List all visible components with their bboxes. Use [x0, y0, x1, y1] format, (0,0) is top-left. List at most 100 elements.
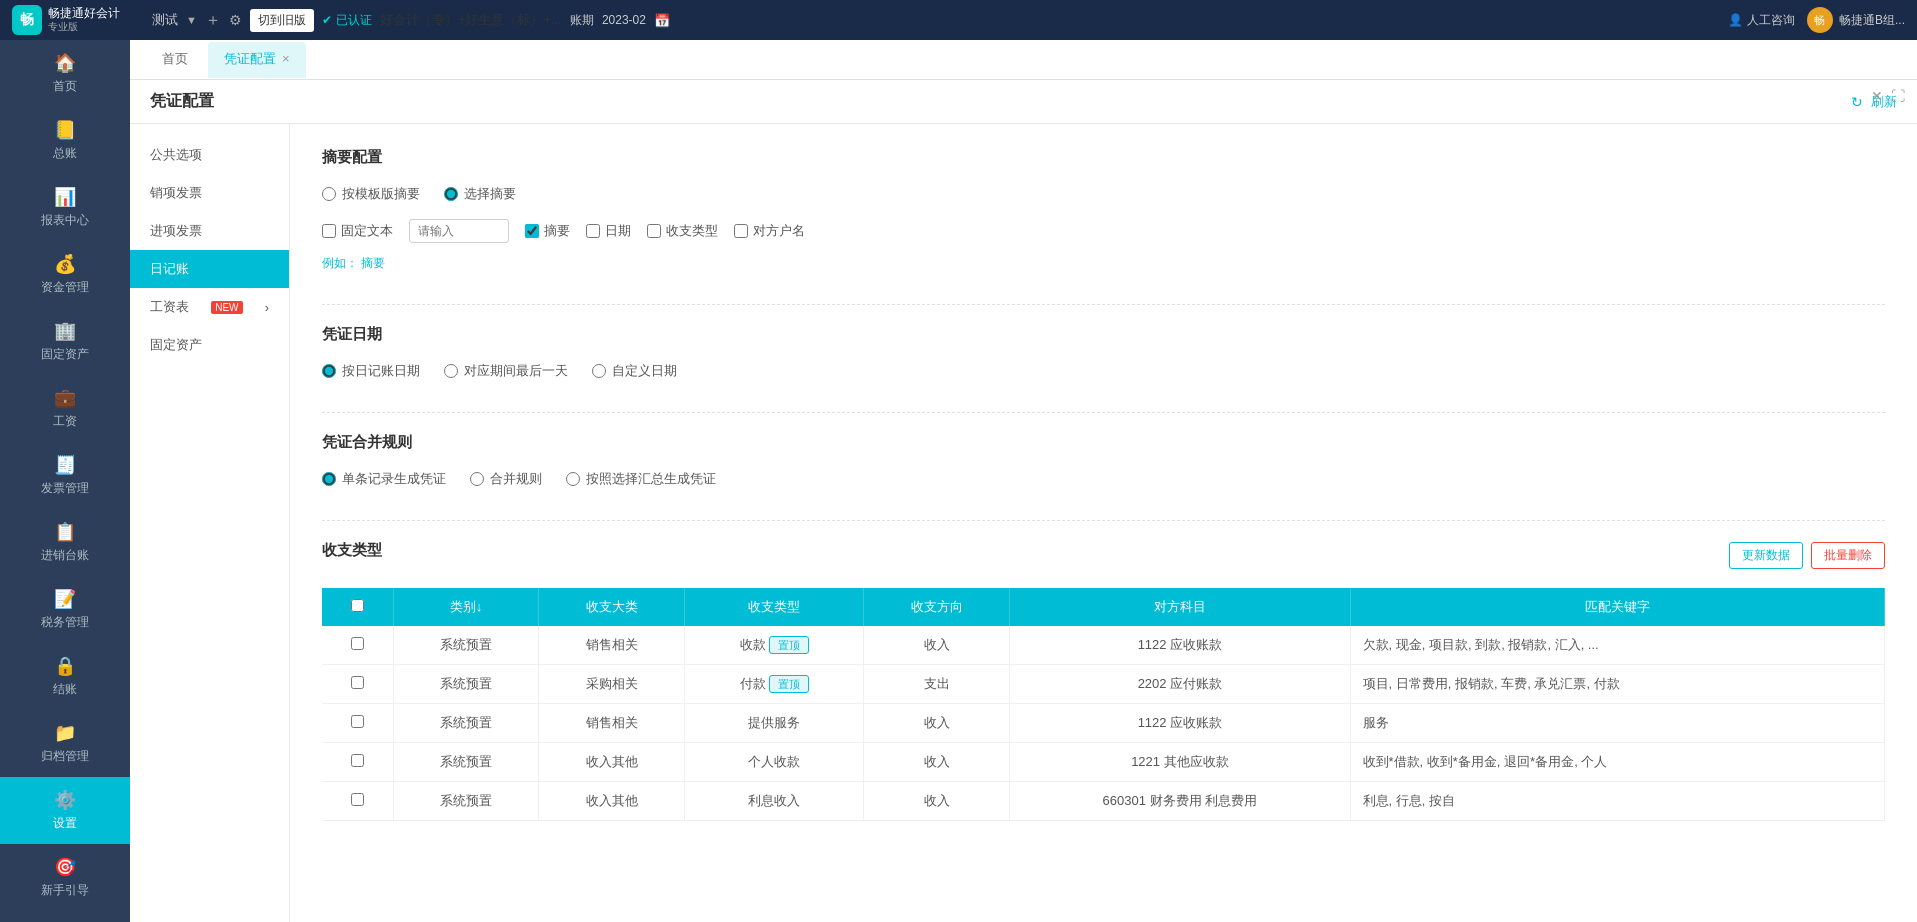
select-total-radio[interactable]	[566, 472, 580, 486]
type-checkbox[interactable]	[647, 224, 661, 238]
col-header-4: 收支方向	[864, 588, 1010, 626]
cell-major-1: 采购相关	[539, 665, 685, 704]
row-checkbox-0[interactable]	[351, 637, 364, 650]
user-area[interactable]: 畅 畅捷通B组...	[1807, 7, 1905, 33]
checkbox-date[interactable]: 日期	[586, 222, 631, 240]
sidebar-icon-assets: 🏢	[54, 320, 76, 342]
sidebar-item-settings[interactable]: ⚙️设置	[0, 777, 130, 844]
check-icon: ✔	[322, 13, 332, 27]
tab-home-tab[interactable]: 首页	[146, 42, 204, 78]
single-radio[interactable]	[322, 472, 336, 486]
left-nav-purchase-invoice[interactable]: 进项发票	[130, 212, 289, 250]
custom-date-radio[interactable]	[592, 364, 606, 378]
sidebar-item-ledger[interactable]: 📒总账	[0, 107, 130, 174]
date-checkbox[interactable]	[586, 224, 600, 238]
merge-rule-radio[interactable]	[470, 472, 484, 486]
fixed-text-checkbox[interactable]	[322, 224, 336, 238]
tab-close-voucher-config-tab[interactable]: ×	[282, 51, 290, 66]
left-nav-fixed-assets[interactable]: 固定资产	[130, 326, 289, 364]
sidebar-label-reports: 报表中心	[41, 212, 89, 229]
sidebar-item-purchase[interactable]: 📋进销台账	[0, 509, 130, 576]
cashflow-table: 类别↓收支大类收支类型收支方向对方科目匹配关键字系统预置销售相关收款 置顶收入1…	[322, 588, 1885, 821]
cell-subject-0: 1122 应收账款	[1010, 626, 1350, 665]
row-checkbox-2[interactable]	[351, 715, 364, 728]
cell-direction-2: 收入	[864, 704, 1010, 743]
logo-icon: 畅	[12, 5, 42, 35]
radio-journal-date[interactable]: 按日记账日期	[322, 362, 420, 380]
sidebar-item-tax[interactable]: 📝税务管理	[0, 576, 130, 643]
expand-window-icon[interactable]: ⛶	[1891, 88, 1905, 104]
header-center: 测试 ▼ ＋ ⚙ 切到旧版 ✔ 已认证 好会计（专）+好生意（标）+... 账期…	[152, 9, 1718, 32]
checkbox-type[interactable]: 收支类型	[647, 222, 718, 240]
batch-delete-button[interactable]: 批量删除	[1811, 542, 1885, 569]
row-checkbox-1[interactable]	[351, 676, 364, 689]
journal-date-radio[interactable]	[322, 364, 336, 378]
logo-sub: 专业版	[48, 20, 120, 34]
checkbox-summary[interactable]: 摘要	[525, 222, 570, 240]
left-nav-sales-invoice[interactable]: 销项发票	[130, 174, 289, 212]
cashflow-section: 收支类型 更新数据 批量删除 类别↓收支大类收支类型收支方向对方科目匹配关键字系…	[322, 541, 1885, 821]
sidebar-item-invoice-mgmt[interactable]: 🧾发票管理	[0, 442, 130, 509]
sidebar-item-reports[interactable]: 📊报表中心	[0, 174, 130, 241]
tab-bar: 首页凭证配置×	[130, 40, 1917, 80]
radio-select[interactable]: 选择摘要	[444, 185, 516, 203]
left-nav-public[interactable]: 公共选项	[130, 136, 289, 174]
sidebar-item-assets[interactable]: 🏢固定资产	[0, 308, 130, 375]
sidebar-item-close[interactable]: 🔒结账	[0, 643, 130, 710]
left-nav-label-journal: 日记账	[150, 260, 189, 278]
calendar-icon[interactable]: 📅	[654, 13, 670, 28]
sidebar-item-capital[interactable]: 💰资金管理	[0, 241, 130, 308]
checkbox-fixed-text[interactable]: 固定文本	[322, 222, 393, 240]
tab-voucher-config-tab[interactable]: 凭证配置×	[208, 42, 306, 78]
update-data-button[interactable]: 更新数据	[1729, 542, 1803, 569]
left-nav-label-payroll-table: 工资表	[150, 298, 189, 316]
counterpart-checkbox[interactable]	[734, 224, 748, 238]
period-value: 2023-02	[602, 13, 646, 27]
service-button[interactable]: 👤 人工咨询	[1728, 12, 1795, 29]
switch-version-button[interactable]: 切到旧版	[250, 9, 314, 32]
col-header-5: 对方科目	[1010, 588, 1350, 626]
window-controls: ✕ ⛶	[1859, 80, 1917, 112]
sidebar-label-purchase: 进销台账	[41, 547, 89, 564]
radio-single[interactable]: 单条记录生成凭证	[322, 470, 446, 488]
fixed-text-input[interactable]	[409, 219, 509, 243]
sidebar-item-home[interactable]: 🏠首页	[0, 40, 130, 107]
divider-1	[322, 304, 1885, 305]
sidebar-item-salary[interactable]: 💼工资	[0, 375, 130, 442]
chevron-down-icon[interactable]: ▼	[186, 14, 197, 26]
select-all-checkbox[interactable]	[351, 599, 364, 612]
date-radio-group: 按日记账日期 对应期间最后一天 自定义日期	[322, 362, 1885, 380]
left-nav-label-fixed-assets: 固定资产	[150, 336, 202, 354]
table-actions: 更新数据 批量删除	[1729, 542, 1885, 569]
radio-period-last[interactable]: 对应期间最后一天	[444, 362, 568, 380]
left-nav: 公共选项销项发票进项发票日记账工资表NEW› 固定资产	[130, 124, 290, 922]
sidebar-item-archive[interactable]: 📁归档管理	[0, 710, 130, 777]
radio-select-input[interactable]	[444, 187, 458, 201]
table-row: 系统预置收入其他个人收款收入1221 其他应收款收到*借款, 收到*备用金, 退…	[322, 743, 1885, 782]
header-tab-name[interactable]: 测试	[152, 11, 178, 29]
divider-3	[322, 520, 1885, 521]
settings-icon[interactable]: ⚙	[229, 12, 242, 28]
page-title: 凭证配置	[150, 91, 214, 112]
period-last-radio[interactable]	[444, 364, 458, 378]
radio-merge-rule[interactable]: 合并规则	[470, 470, 542, 488]
tag-1[interactable]: 置顶	[769, 675, 809, 693]
merge-title: 凭证合并规则	[322, 433, 1885, 452]
summary-checkbox[interactable]	[525, 224, 539, 238]
close-window-icon[interactable]: ✕	[1871, 88, 1883, 104]
tag-0[interactable]: 置顶	[769, 636, 809, 654]
row-checkbox-3[interactable]	[351, 754, 364, 767]
add-icon[interactable]: ＋	[205, 10, 221, 31]
sidebar-item-member[interactable]: 👤畅会员	[0, 911, 130, 922]
sidebar-label-invoice-mgmt: 发票管理	[41, 480, 89, 497]
left-nav-payroll-table[interactable]: 工资表NEW›	[130, 288, 289, 326]
radio-template-input[interactable]	[322, 187, 336, 201]
radio-custom-date[interactable]: 自定义日期	[592, 362, 677, 380]
col-header-1[interactable]: 类别↓	[393, 588, 539, 626]
row-checkbox-4[interactable]	[351, 793, 364, 806]
left-nav-journal[interactable]: 日记账	[130, 250, 289, 288]
radio-select-total[interactable]: 按照选择汇总生成凭证	[566, 470, 716, 488]
radio-template[interactable]: 按模板版摘要	[322, 185, 420, 203]
sidebar-item-guide[interactable]: 🎯新手引导	[0, 844, 130, 911]
checkbox-counterpart[interactable]: 对方户名	[734, 222, 805, 240]
